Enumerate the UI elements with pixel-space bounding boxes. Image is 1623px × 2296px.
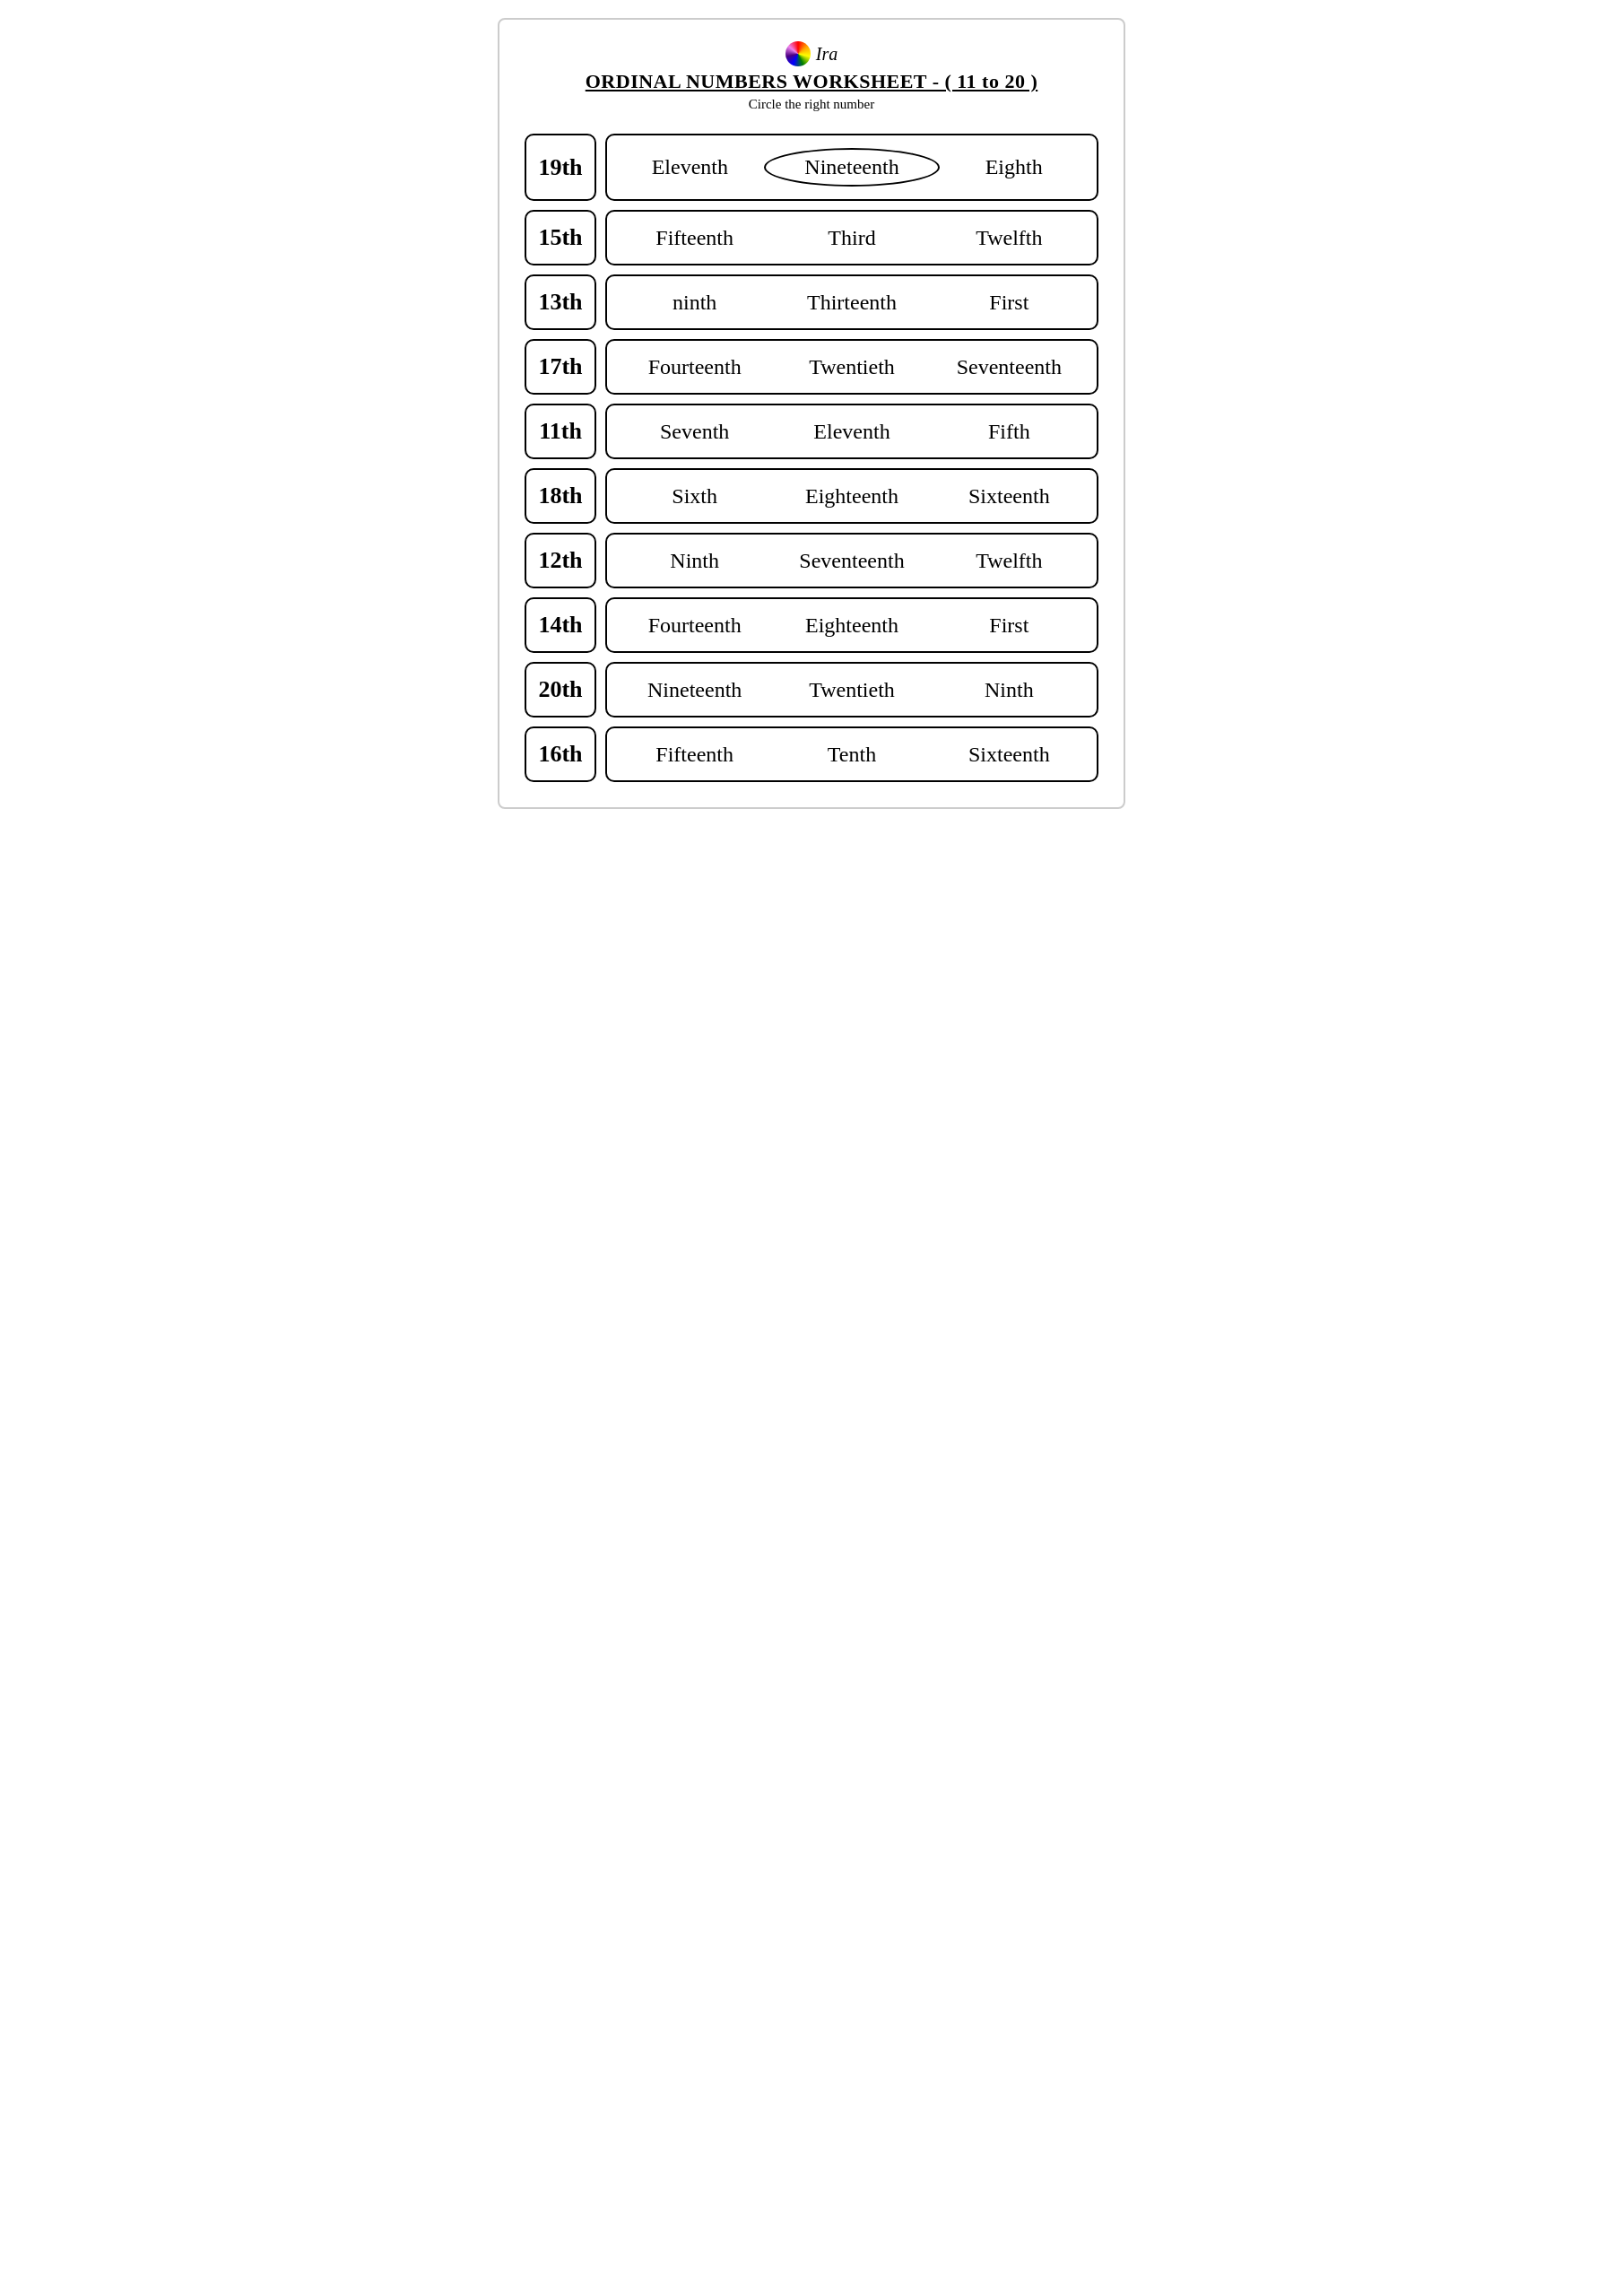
option-text[interactable]: Twentieth xyxy=(773,355,930,379)
table-row: 17thFourteenthTwentiethSeventeenth xyxy=(525,339,1098,395)
option-text[interactable]: Sixteenth xyxy=(931,484,1088,509)
option-text[interactable]: Ninth xyxy=(931,678,1088,702)
option-text[interactable]: Eighth xyxy=(940,155,1088,179)
option-text[interactable]: Third xyxy=(773,226,930,250)
option-text[interactable]: Fourteenth xyxy=(616,613,773,638)
option-text[interactable]: Fifteenth xyxy=(616,743,773,767)
options-box: FourteenthTwentiethSeventeenth xyxy=(605,339,1098,395)
number-box: 16th xyxy=(525,726,596,782)
option-text[interactable]: Seventeenth xyxy=(773,549,930,573)
option-text[interactable]: Seventh xyxy=(616,420,773,444)
option-text[interactable]: Nineteenth xyxy=(764,148,941,187)
option-text[interactable]: Eighteenth xyxy=(773,613,930,638)
table-row: 14thFourteenthEighteenthFirst xyxy=(525,597,1098,653)
option-text[interactable]: Fifth xyxy=(931,420,1088,444)
options-box: FourteenthEighteenthFirst xyxy=(605,597,1098,653)
options-box: SeventhEleventhFifth xyxy=(605,404,1098,459)
logo-text: Ira xyxy=(816,44,838,65)
table-row: 19thEleventhNineteenthEighth xyxy=(525,134,1098,201)
option-text[interactable]: Tenth xyxy=(773,743,930,767)
header: Ira ORDINAL NUMBERS WORKSHEET - ( 11 to … xyxy=(525,41,1098,125)
number-box: 13th xyxy=(525,274,596,330)
option-text[interactable]: Eleventh xyxy=(616,155,764,179)
options-box: FifteenthTenthSixteenth xyxy=(605,726,1098,782)
page: Ira ORDINAL NUMBERS WORKSHEET - ( 11 to … xyxy=(498,18,1125,809)
logo-icon xyxy=(785,41,811,66)
number-box: 14th xyxy=(525,597,596,653)
option-text[interactable]: Sixteenth xyxy=(931,743,1088,767)
options-box: EleventhNineteenthEighth xyxy=(605,134,1098,201)
table-row: 20thNineteenthTwentiethNinth xyxy=(525,662,1098,718)
option-text[interactable]: Ninth xyxy=(616,549,773,573)
table-row: 12thNinthSeventeenthTwelfth xyxy=(525,533,1098,588)
option-text[interactable]: Twelfth xyxy=(931,226,1088,250)
options-box: FifteenthThirdTwelfth xyxy=(605,210,1098,265)
option-text[interactable]: Sixth xyxy=(616,484,773,509)
table-row: 11thSeventhEleventhFifth xyxy=(525,404,1098,459)
table-row: 15thFifteenthThirdTwelfth xyxy=(525,210,1098,265)
option-text[interactable]: First xyxy=(931,613,1088,638)
subtitle: Circle the right number xyxy=(749,97,874,112)
number-box: 17th xyxy=(525,339,596,395)
option-text[interactable]: Eighteenth xyxy=(773,484,930,509)
table-row: 18thSixthEighteenthSixteenth xyxy=(525,468,1098,524)
option-text[interactable]: Thirteenth xyxy=(773,291,930,315)
options-box: NineteenthTwentiethNinth xyxy=(605,662,1098,718)
option-text[interactable]: Twentieth xyxy=(773,678,930,702)
options-box: ninthThirteenthFirst xyxy=(605,274,1098,330)
number-box: 19th xyxy=(525,134,596,201)
logo-area: Ira xyxy=(785,41,838,66)
table-row: 13thninthThirteenthFirst xyxy=(525,274,1098,330)
number-box: 12th xyxy=(525,533,596,588)
option-text[interactable]: Eleventh xyxy=(773,420,930,444)
option-text[interactable]: First xyxy=(931,291,1088,315)
rows-container: 19thEleventhNineteenthEighth15thFifteent… xyxy=(525,134,1098,782)
option-text[interactable]: Seventeenth xyxy=(931,355,1088,379)
option-text[interactable]: Twelfth xyxy=(931,549,1088,573)
number-box: 18th xyxy=(525,468,596,524)
option-text[interactable]: ninth xyxy=(616,291,773,315)
table-row: 16thFifteenthTenthSixteenth xyxy=(525,726,1098,782)
option-text[interactable]: Fifteenth xyxy=(616,226,773,250)
option-text[interactable]: Fourteenth xyxy=(616,355,773,379)
number-box: 20th xyxy=(525,662,596,718)
options-box: SixthEighteenthSixteenth xyxy=(605,468,1098,524)
options-box: NinthSeventeenthTwelfth xyxy=(605,533,1098,588)
number-box: 11th xyxy=(525,404,596,459)
page-title: ORDINAL NUMBERS WORKSHEET - ( 11 to 20 ) xyxy=(586,70,1037,93)
option-text[interactable]: Nineteenth xyxy=(616,678,773,702)
number-box: 15th xyxy=(525,210,596,265)
